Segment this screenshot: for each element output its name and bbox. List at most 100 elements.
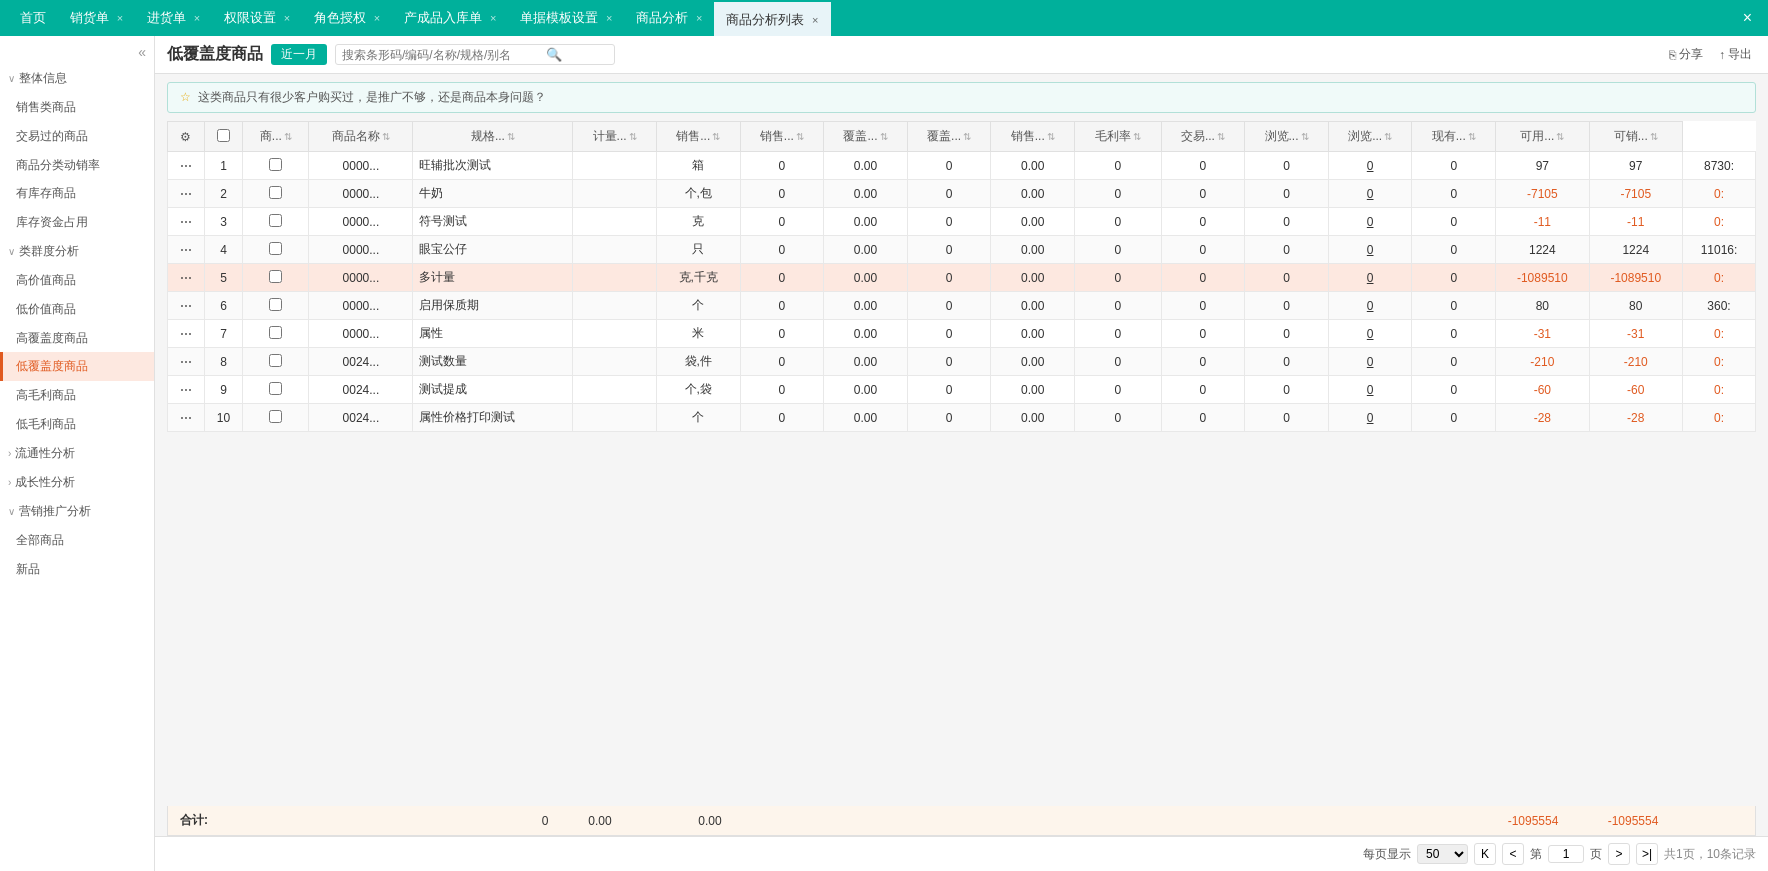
col-cover2[interactable]: 覆盖...⇅ xyxy=(907,122,991,152)
nav-product-analysis-list[interactable]: 商品分析列表 × xyxy=(714,0,830,36)
row-gear[interactable]: ⋯ xyxy=(168,236,205,264)
row-checkbox-input[interactable] xyxy=(269,270,282,283)
row-browse1[interactable]: 0 xyxy=(1328,348,1412,376)
col-checkbox-header[interactable] xyxy=(204,122,243,152)
close-icon[interactable]: × xyxy=(117,12,123,24)
first-page-button[interactable]: K xyxy=(1474,843,1496,865)
row-browse1[interactable]: 0 xyxy=(1328,208,1412,236)
row-browse1[interactable]: 0 xyxy=(1328,404,1412,432)
last-page-button[interactable]: >| xyxy=(1636,843,1658,865)
row-gear[interactable]: ⋯ xyxy=(168,264,205,292)
row-browse1[interactable]: 0 xyxy=(1328,292,1412,320)
search-input[interactable] xyxy=(342,48,542,62)
sidebar-section-marketing[interactable]: ∨ 营销推广分析 xyxy=(0,497,154,526)
row-checkbox[interactable] xyxy=(243,208,309,236)
row-checkbox-input[interactable] xyxy=(269,186,282,199)
nav-template-settings[interactable]: 单据模板设置 × xyxy=(508,0,624,36)
sidebar-item-low-value[interactable]: 低价值商品 xyxy=(0,295,154,324)
row-checkbox-input[interactable] xyxy=(269,326,282,339)
row-checkbox-input[interactable] xyxy=(269,242,282,255)
close-icon[interactable]: × xyxy=(606,12,612,24)
row-checkbox[interactable] xyxy=(243,180,309,208)
row-gear[interactable]: ⋯ xyxy=(168,348,205,376)
col-saleable[interactable]: 可销...⇅ xyxy=(1589,122,1682,152)
sidebar-item-stocked-goods[interactable]: 有库存商品 xyxy=(0,179,154,208)
col-transaction[interactable]: 交易...⇅ xyxy=(1161,122,1245,152)
sidebar-item-low-coverage[interactable]: 低覆盖度商品 xyxy=(0,352,154,381)
sidebar-item-traded-goods[interactable]: 交易过的商品 xyxy=(0,122,154,151)
nav-home[interactable]: 首页 xyxy=(8,0,58,36)
sidebar-section-liquidity[interactable]: › 流通性分析 xyxy=(0,439,154,468)
col-available-stock[interactable]: 可用...⇅ xyxy=(1496,122,1589,152)
sidebar-item-new-goods[interactable]: 新品 xyxy=(0,555,154,584)
col-current-stock[interactable]: 现有...⇅ xyxy=(1412,122,1496,152)
row-browse1[interactable]: 0 xyxy=(1328,152,1412,180)
row-checkbox[interactable] xyxy=(243,376,309,404)
col-code[interactable]: 商...⇅ xyxy=(243,122,309,152)
sidebar-section-cluster[interactable]: ∨ 类群度分析 xyxy=(0,237,154,266)
select-all-checkbox[interactable] xyxy=(217,129,230,142)
close-icon[interactable]: × xyxy=(696,12,702,24)
page-number-input[interactable] xyxy=(1548,845,1584,863)
sidebar-collapse-button[interactable]: « xyxy=(0,40,154,64)
sidebar-item-high-coverage[interactable]: 高覆盖度商品 xyxy=(0,324,154,353)
row-gear[interactable]: ⋯ xyxy=(168,180,205,208)
col-browse1[interactable]: 浏览...⇅ xyxy=(1245,122,1329,152)
row-checkbox[interactable] xyxy=(243,152,309,180)
col-browse2[interactable]: 浏览...⇅ xyxy=(1328,122,1412,152)
col-spec[interactable]: 规格...⇅ xyxy=(413,122,573,152)
export-button[interactable]: ↑ 导出 xyxy=(1715,44,1756,65)
row-checkbox-input[interactable] xyxy=(269,410,282,423)
row-checkbox[interactable] xyxy=(243,320,309,348)
row-checkbox-input[interactable] xyxy=(269,298,282,311)
next-page-button[interactable]: > xyxy=(1608,843,1630,865)
sidebar-item-high-value[interactable]: 高价值商品 xyxy=(0,266,154,295)
page-size-select[interactable]: 50 20 100 xyxy=(1417,844,1468,864)
col-cover1[interactable]: 覆盖...⇅ xyxy=(824,122,908,152)
row-browse1[interactable]: 0 xyxy=(1328,180,1412,208)
row-checkbox-input[interactable] xyxy=(269,354,282,367)
nav-product-analysis[interactable]: 商品分析 × xyxy=(624,0,714,36)
nav-roles[interactable]: 角色授权 × xyxy=(302,0,392,36)
close-icon[interactable]: × xyxy=(812,14,818,26)
col-gear[interactable]: ⚙ xyxy=(168,122,205,152)
col-sales-count[interactable]: 销售...⇅ xyxy=(991,122,1075,152)
row-checkbox-input[interactable] xyxy=(269,214,282,227)
table-container[interactable]: ⚙ 商...⇅ 商品名称⇅ 规格...⇅ 计量...⇅ 销售...⇅ 销售...… xyxy=(155,121,1768,806)
close-icon[interactable]: × xyxy=(374,12,380,24)
nav-product-entry[interactable]: 产成品入库单 × xyxy=(392,0,508,36)
sidebar-item-stock-capital[interactable]: 库存资金占用 xyxy=(0,208,154,237)
row-gear[interactable]: ⋯ xyxy=(168,320,205,348)
search-icon[interactable]: 🔍 xyxy=(546,47,562,62)
col-gross-margin[interactable]: 毛利率⇅ xyxy=(1075,122,1162,152)
close-icon[interactable]: × xyxy=(194,12,200,24)
row-checkbox-input[interactable] xyxy=(269,158,282,171)
row-browse1[interactable]: 0 xyxy=(1328,376,1412,404)
col-sales-amt[interactable]: 销售...⇅ xyxy=(740,122,824,152)
sidebar-item-high-margin[interactable]: 高毛利商品 xyxy=(0,381,154,410)
col-name[interactable]: 商品名称⇅ xyxy=(309,122,413,152)
sidebar-section-overall[interactable]: ∨ 整体信息 xyxy=(0,64,154,93)
row-checkbox[interactable] xyxy=(243,236,309,264)
col-unit[interactable]: 计量...⇅ xyxy=(573,122,657,152)
row-browse1[interactable]: 0 xyxy=(1328,236,1412,264)
sidebar-item-sales-goods[interactable]: 销售类商品 xyxy=(0,93,154,122)
sidebar-item-category-sales-rate[interactable]: 商品分类动销率 xyxy=(0,151,154,180)
row-checkbox[interactable] xyxy=(243,292,309,320)
nav-purchase[interactable]: 进货单 × xyxy=(135,0,212,36)
row-gear[interactable]: ⋯ xyxy=(168,376,205,404)
nav-sales[interactable]: 销货单 × xyxy=(58,0,135,36)
window-close-button[interactable]: × xyxy=(1735,9,1760,27)
row-browse1[interactable]: 0 xyxy=(1328,264,1412,292)
row-checkbox[interactable] xyxy=(243,404,309,432)
nav-permissions[interactable]: 权限设置 × xyxy=(212,0,302,36)
row-gear[interactable]: ⋯ xyxy=(168,292,205,320)
share-button[interactable]: ⎘ 分享 xyxy=(1665,44,1707,65)
time-filter-button[interactable]: 近一月 xyxy=(271,44,327,65)
prev-page-button[interactable]: < xyxy=(1502,843,1524,865)
row-gear[interactable]: ⋯ xyxy=(168,152,205,180)
row-gear[interactable]: ⋯ xyxy=(168,208,205,236)
row-checkbox-input[interactable] xyxy=(269,382,282,395)
close-icon[interactable]: × xyxy=(490,12,496,24)
sidebar-item-all-goods[interactable]: 全部商品 xyxy=(0,526,154,555)
